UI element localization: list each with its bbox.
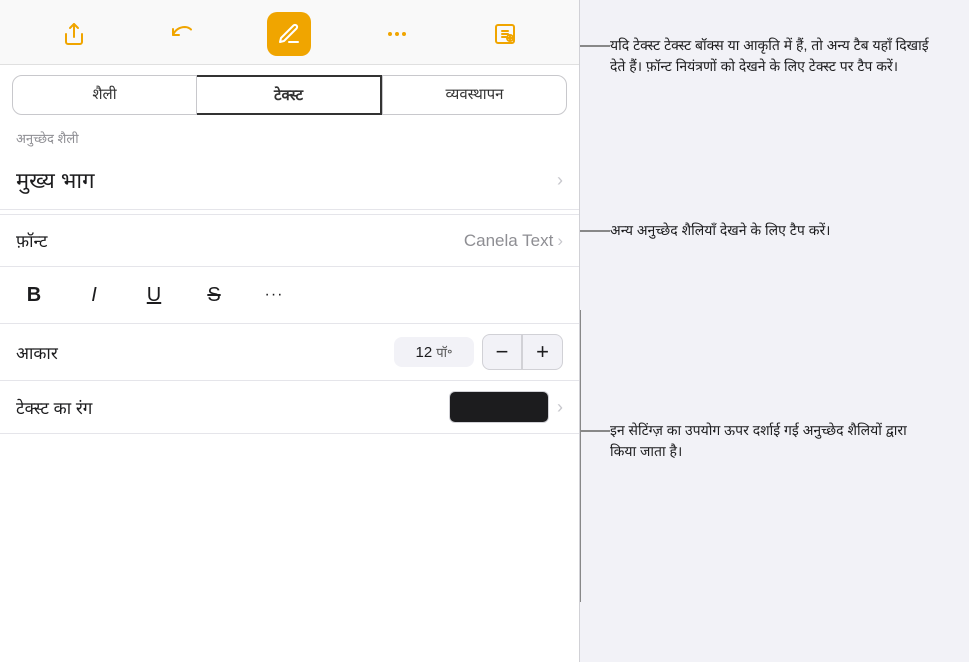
strikethrough-button[interactable]: S [196, 277, 232, 313]
color-row[interactable]: टेक्स्ट का रंग › [0, 381, 579, 434]
chevron-right-icon: › [557, 170, 563, 191]
size-value-box: 12 पॉ॰ [394, 337, 474, 367]
size-unit: पॉ॰ [436, 343, 452, 361]
undo-button[interactable] [160, 12, 204, 56]
size-row: आकार 12 पॉ॰ − + [0, 324, 579, 381]
format-button[interactable] [267, 12, 311, 56]
size-decrease-button[interactable]: − [482, 334, 522, 370]
main-body-style-row[interactable]: मुख्य भाग › [0, 151, 579, 210]
annotation-bottom-text: इन सेटिंग्ज़ का उपयोग ऊपर दर्शाई गई अनुच… [610, 422, 907, 459]
annotation-top-container: यदि टेक्स्ट टेक्स्ट बॉक्स या आकृति में ह… [610, 35, 940, 77]
tabs: शैली टेक्स्ट व्यवस्थापन [0, 65, 579, 115]
more-button[interactable] [375, 12, 419, 56]
right-panel: यदि टेक्स्ट टेक्स्ट बॉक्स या आकृति में ह… [580, 0, 969, 662]
more-format-button[interactable]: ··· [256, 277, 292, 313]
italic-button[interactable]: I [76, 277, 112, 313]
underline-button[interactable]: U [136, 277, 172, 313]
bold-button[interactable]: B [16, 277, 52, 313]
annotation-top-line [580, 45, 610, 47]
color-label: टेक्स्ट का रंग [16, 396, 92, 419]
annotation-top-text: यदि टेक्स्ट टेक्स्ट बॉक्स या आकृति में ह… [610, 37, 929, 74]
size-label: आकार [16, 341, 58, 364]
font-section: फ़ॉन्ट Canela Text › B I U S ··· आकार 12… [0, 214, 579, 434]
size-value: 12 [416, 344, 433, 361]
color-swatch[interactable] [449, 391, 549, 423]
share-button[interactable] [52, 12, 96, 56]
annotation-middle-text: अन्य अनुच्छेद शैलियाँ देखने के लिए टैप क… [610, 222, 830, 238]
color-value: › [449, 391, 563, 423]
annotation-bottom-container: इन सेटिंग्ज़ का उपयोग ऊपर दर्शाई गई अनुच… [610, 420, 920, 462]
paragraph-style-label: अनुच्छेद शैली [0, 115, 579, 151]
annotation-middle-container: अन्य अनुच्छेद शैलियाँ देखने के लिए टैप क… [610, 220, 830, 241]
toolbar [0, 0, 579, 65]
size-increase-button[interactable]: + [523, 334, 563, 370]
doc-button[interactable] [483, 12, 527, 56]
format-row: B I U S ··· [0, 267, 579, 324]
annotation-bottom-line [580, 430, 610, 432]
bracket-line-font [580, 310, 582, 602]
size-controls: 12 पॉ॰ − + [394, 334, 563, 370]
main-body-text: मुख्य भाग [16, 165, 94, 195]
tab-arrange[interactable]: व्यवस्थापन [382, 75, 567, 115]
font-value: Canela Text › [464, 231, 563, 251]
tab-style[interactable]: शैली [12, 75, 197, 115]
left-panel: शैली टेक्स्ट व्यवस्थापन अनुच्छेद शैली मु… [0, 0, 580, 662]
font-row[interactable]: फ़ॉन्ट Canela Text › [0, 215, 579, 267]
annotation-middle-line [580, 230, 610, 232]
color-chevron-icon: › [557, 397, 563, 418]
tab-text[interactable]: टेक्स्ट [197, 75, 382, 115]
font-chevron-icon: › [557, 231, 563, 251]
font-label: फ़ॉन्ट [16, 229, 47, 252]
